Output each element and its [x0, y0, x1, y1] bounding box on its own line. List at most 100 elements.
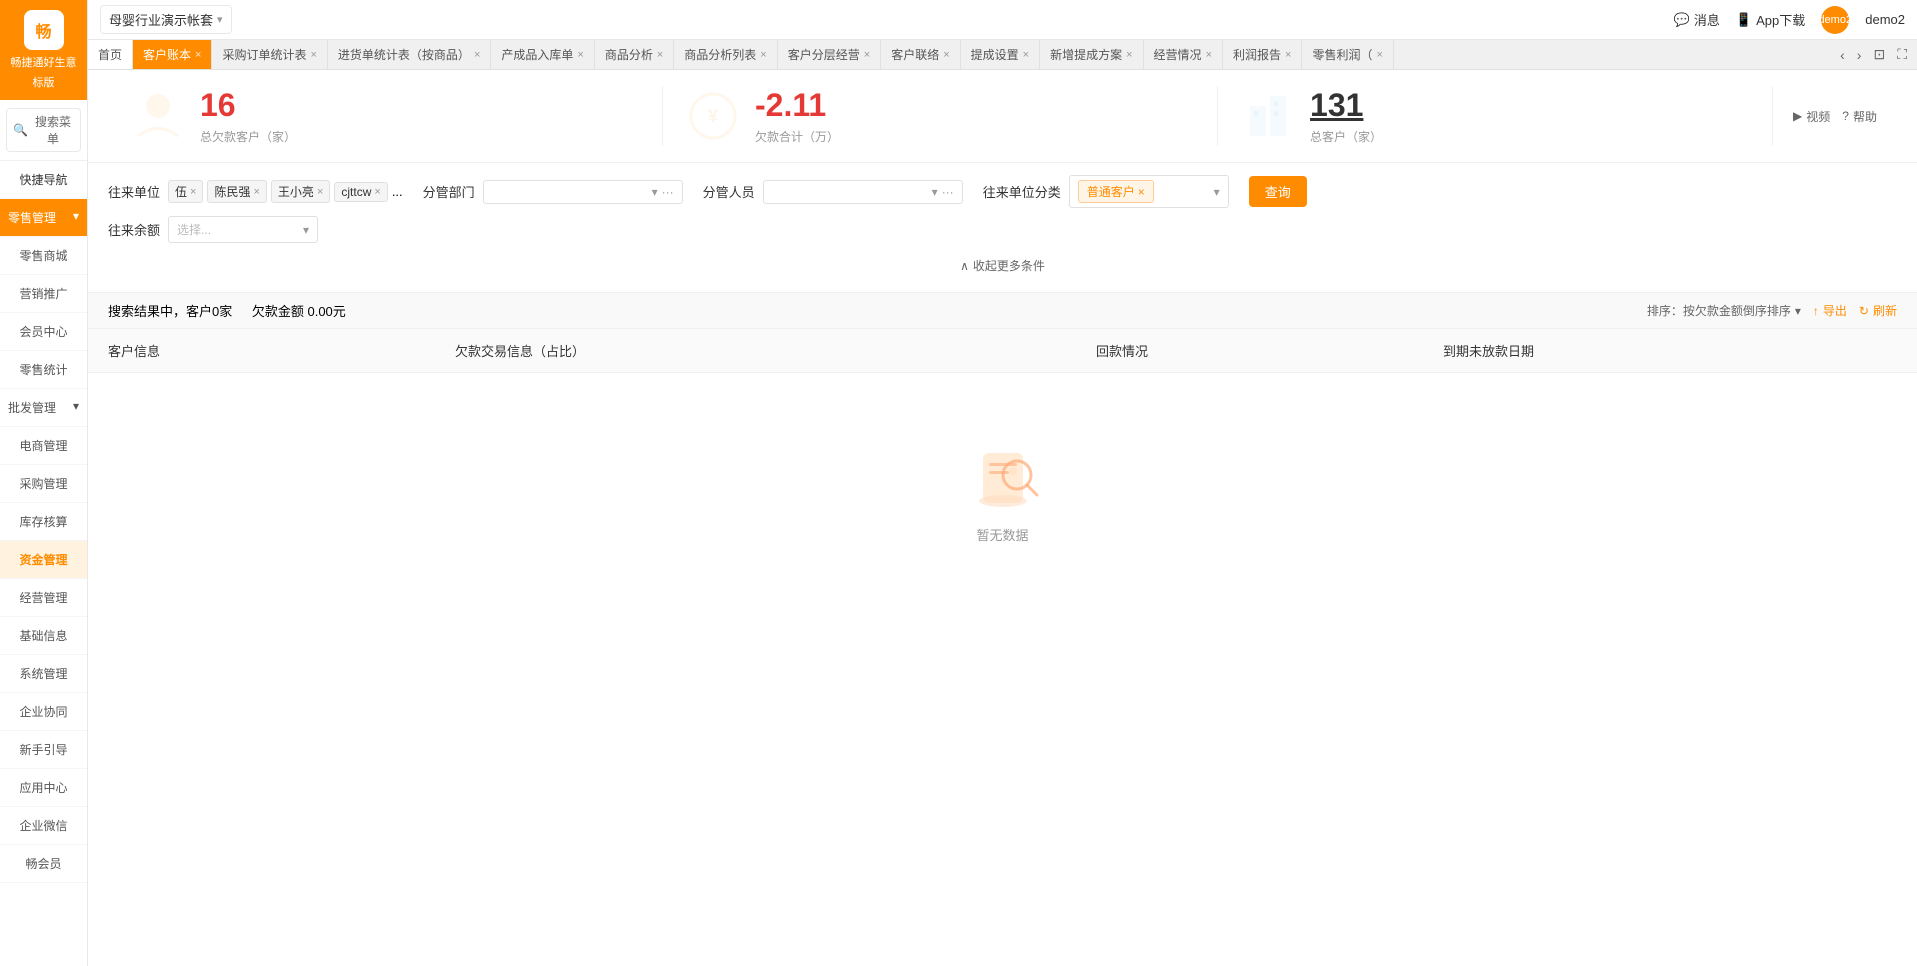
video-link[interactable]: ▶ 视频	[1793, 108, 1830, 125]
sidebar-item-ecommerce[interactable]: 电商管理	[0, 427, 87, 465]
stat-overdue-customers: 16 总欠款客户（家）	[108, 86, 663, 146]
sidebar-item-marketing[interactable]: 营销推广	[0, 275, 87, 313]
sidebar-item-finance[interactable]: 资金管理	[0, 541, 87, 579]
tabbar-controls: ‹ › ⊡ ⛶	[1830, 44, 1917, 65]
sidebar-item-inventory[interactable]: 库存核算	[0, 503, 87, 541]
sort-arrow-icon: ▾	[1795, 304, 1801, 318]
sidebar-item-retail[interactable]: 零售管理 ▾	[0, 199, 87, 237]
person-select[interactable]: ▾ ···	[763, 180, 963, 204]
filter-tag-chen-close[interactable]: ×	[253, 186, 259, 198]
amount-icon: ¥	[683, 86, 743, 146]
sidebar-item-quick-nav[interactable]: 快捷导航	[0, 161, 87, 199]
tab-fullscreen-button[interactable]: ⛶	[1893, 44, 1911, 65]
collapse-button[interactable]: ∧ 收起更多条件	[108, 251, 1897, 280]
help-link[interactable]: ? 帮助	[1842, 108, 1877, 125]
main-area: 母婴行业演示帐套 ▾ 💬 消息 📱 App下载 demo2 demo2 首页 客…	[88, 0, 1917, 966]
sort-select[interactable]: 排序：按欠款金额倒序排序 ▾	[1647, 302, 1801, 319]
filter-area: 往来单位 伍 × 陈民强 × 王小亮 × cjttcw	[88, 163, 1917, 293]
person-select-arrow: ▾	[932, 185, 938, 199]
category-tag-close[interactable]: ×	[1138, 185, 1145, 199]
query-button[interactable]: 查询	[1249, 176, 1307, 207]
tab-production[interactable]: 产成品入库单 ×	[491, 40, 594, 69]
tab-close-customer-contact[interactable]: ×	[943, 49, 949, 61]
more-tags-button[interactable]: ...	[392, 184, 403, 199]
sidebar-item-operation[interactable]: 经营管理	[0, 579, 87, 617]
balance-select[interactable]: 选择... ▾	[168, 216, 318, 243]
tab-purchase[interactable]: 采购订单统计表 ×	[212, 40, 327, 69]
col-repayment: 回款情况	[1076, 329, 1423, 373]
tab-close-accounts[interactable]: ×	[195, 49, 201, 61]
results-info: 搜索结果中，客户0家 欠款金额 0.00元 排序：按欠款金额倒序排序 ▾ ↑ 导…	[88, 293, 1917, 329]
tab-next-button[interactable]: ›	[1853, 45, 1866, 65]
sidebar-logo[interactable]: 畅 畅捷通好生意 标版	[0, 0, 87, 100]
tab-prev-button[interactable]: ‹	[1836, 45, 1849, 65]
overdue-customers-value: 16	[200, 87, 296, 124]
category-filter-label: 往来单位分类	[983, 182, 1061, 201]
overdue-amount-value: -2.11	[755, 87, 839, 124]
messages-button[interactable]: 💬 消息	[1674, 10, 1720, 29]
export-button[interactable]: ↑ 导出	[1813, 302, 1847, 319]
svg-text:¥: ¥	[708, 106, 718, 126]
tab-expand-button[interactable]: ⊡	[1869, 44, 1889, 65]
sidebar-item-retail-mall[interactable]: 零售商城	[0, 237, 87, 275]
tab-close-commission[interactable]: ×	[1023, 49, 1029, 61]
tab-inventory[interactable]: 进货单统计表（按商品） ×	[328, 40, 491, 69]
message-icon: 💬	[1674, 12, 1690, 28]
account-selector[interactable]: 母婴行业演示帐套 ▾	[100, 5, 232, 34]
tab-home[interactable]: 首页	[88, 40, 133, 69]
dept-filter-label: 分管部门	[423, 182, 475, 201]
tab-close-goods[interactable]: ×	[657, 49, 663, 61]
tab-close-purchase[interactable]: ×	[310, 49, 316, 61]
empty-state: 暂无数据	[88, 373, 1917, 604]
sort-label: 排序：按欠款金额倒序排序	[1647, 302, 1791, 319]
sidebar-item-wholesale[interactable]: 批发管理 ▾	[0, 389, 87, 427]
tab-retail-profit[interactable]: 零售利润（ ×	[1302, 40, 1393, 69]
tab-close-retail-profit[interactable]: ×	[1376, 49, 1382, 61]
sidebar-item-basic-info[interactable]: 基础信息	[0, 617, 87, 655]
data-table: 客户信息 欠款交易信息（占比） 回款情况 到期未放款日期	[88, 329, 1917, 604]
tab-customer-contact[interactable]: 客户联络 ×	[881, 40, 960, 69]
sidebar-item-member[interactable]: 会员中心	[0, 313, 87, 351]
category-select[interactable]: 普通客户 × ▾	[1069, 175, 1229, 208]
tab-profit[interactable]: 利润报告 ×	[1223, 40, 1302, 69]
tab-commission[interactable]: 提成设置 ×	[961, 40, 1040, 69]
sidebar-item-purchase[interactable]: 采购管理	[0, 465, 87, 503]
tab-close-production[interactable]: ×	[577, 49, 583, 61]
sidebar-item-wechat[interactable]: 企业微信	[0, 807, 87, 845]
filter-tag-wang-close[interactable]: ×	[317, 186, 323, 198]
tab-goods-list[interactable]: 商品分析列表 ×	[674, 40, 777, 69]
tab-customer-tier[interactable]: 客户分层经营 ×	[778, 40, 881, 69]
retail-arrow-icon: ▾	[73, 209, 79, 226]
filter-tags-container: 伍 × 陈民强 × 王小亮 × cjttcw × ...	[168, 180, 403, 203]
sidebar-item-app-center[interactable]: 应用中心	[0, 769, 87, 807]
sidebar-item-enterprise[interactable]: 企业协同	[0, 693, 87, 731]
selector-arrow-icon: ▾	[217, 13, 223, 26]
export-icon: ↑	[1813, 304, 1819, 318]
tab-commission-add[interactable]: 新增提成方案 ×	[1040, 40, 1143, 69]
filter-tag-cjttcw-close[interactable]: ×	[374, 186, 380, 198]
sidebar-item-guide[interactable]: 新手引导	[0, 731, 87, 769]
refresh-icon: ↻	[1859, 304, 1869, 318]
sidebar-item-system[interactable]: 系统管理	[0, 655, 87, 693]
tab-close-profit[interactable]: ×	[1285, 49, 1291, 61]
tab-operation[interactable]: 经营情况 ×	[1144, 40, 1223, 69]
filter-tag-wu-close[interactable]: ×	[190, 186, 196, 198]
total-customers-value: 131	[1310, 87, 1382, 124]
tab-close-commission-add[interactable]: ×	[1126, 49, 1132, 61]
tab-close-goods-list[interactable]: ×	[760, 49, 766, 61]
tab-close-inventory[interactable]: ×	[474, 49, 480, 61]
tab-close-operation[interactable]: ×	[1206, 49, 1212, 61]
sidebar-item-vip[interactable]: 畅会员	[0, 845, 87, 883]
sidebar: 畅 畅捷通好生意 标版 🔍 搜索菜单 快捷导航 零售管理 ▾ 零售商城 营销推广…	[0, 0, 88, 966]
dept-select[interactable]: ▾ ···	[483, 180, 683, 204]
tabbar: 首页 客户账本 × 采购订单统计表 × 进货单统计表（按商品） × 产成品入库单…	[88, 40, 1917, 70]
sidebar-item-retail-stats[interactable]: 零售统计	[0, 351, 87, 389]
tab-accounts[interactable]: 客户账本 ×	[133, 40, 212, 69]
tab-goods[interactable]: 商品分析 ×	[595, 40, 674, 69]
tab-close-customer-tier[interactable]: ×	[864, 49, 870, 61]
refresh-button[interactable]: ↻ 刷新	[1859, 302, 1897, 319]
app-download-button[interactable]: 📱 App下载	[1736, 10, 1805, 29]
app-icon: 📱	[1736, 12, 1752, 28]
user-avatar[interactable]: demo2	[1821, 6, 1849, 34]
search-menu-button[interactable]: 🔍 搜索菜单	[6, 108, 81, 152]
